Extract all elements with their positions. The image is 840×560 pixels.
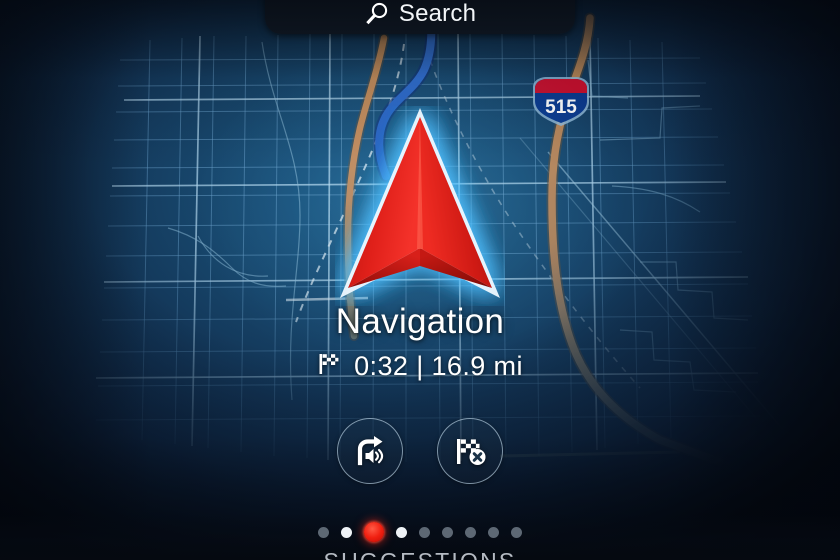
voice-guidance-button[interactable] bbox=[337, 418, 403, 484]
search-icon bbox=[364, 1, 390, 27]
pager-dot[interactable] bbox=[318, 526, 329, 538]
search-label: Search bbox=[398, 0, 477, 27]
navigation-info: Navigation 0:32 | 16.9 mi bbox=[0, 302, 840, 382]
pager-dot[interactable] bbox=[419, 526, 430, 538]
search-bar[interactable]: Search bbox=[265, 0, 575, 34]
pager-dot[interactable] bbox=[396, 526, 407, 538]
pager-dots[interactable] bbox=[0, 522, 840, 542]
page-title: Navigation bbox=[335, 302, 505, 341]
turn-arrow-speaker-icon bbox=[357, 436, 384, 466]
eta-text: 0:32 | 16.9 mi bbox=[354, 350, 523, 381]
pager-dot[interactable] bbox=[442, 526, 453, 538]
pager-dot[interactable] bbox=[341, 526, 352, 538]
pager-dot[interactable] bbox=[488, 526, 499, 538]
pager-dot[interactable] bbox=[511, 526, 522, 538]
end-route-button[interactable] bbox=[437, 418, 503, 484]
eta-row: 0:32 | 16.9 mi bbox=[0, 351, 840, 382]
navigation-screen: 515 bbox=[0, 0, 840, 560]
navigation-arrow-icon bbox=[340, 108, 500, 298]
action-button-row bbox=[0, 418, 840, 484]
pager-dot-active[interactable] bbox=[364, 522, 384, 542]
pager-dot[interactable] bbox=[465, 526, 476, 538]
flag-cancel-icon bbox=[457, 439, 486, 465]
suggestions-label[interactable]: SUGGESTIONS bbox=[0, 548, 840, 560]
checkered-flag-icon bbox=[317, 351, 343, 382]
